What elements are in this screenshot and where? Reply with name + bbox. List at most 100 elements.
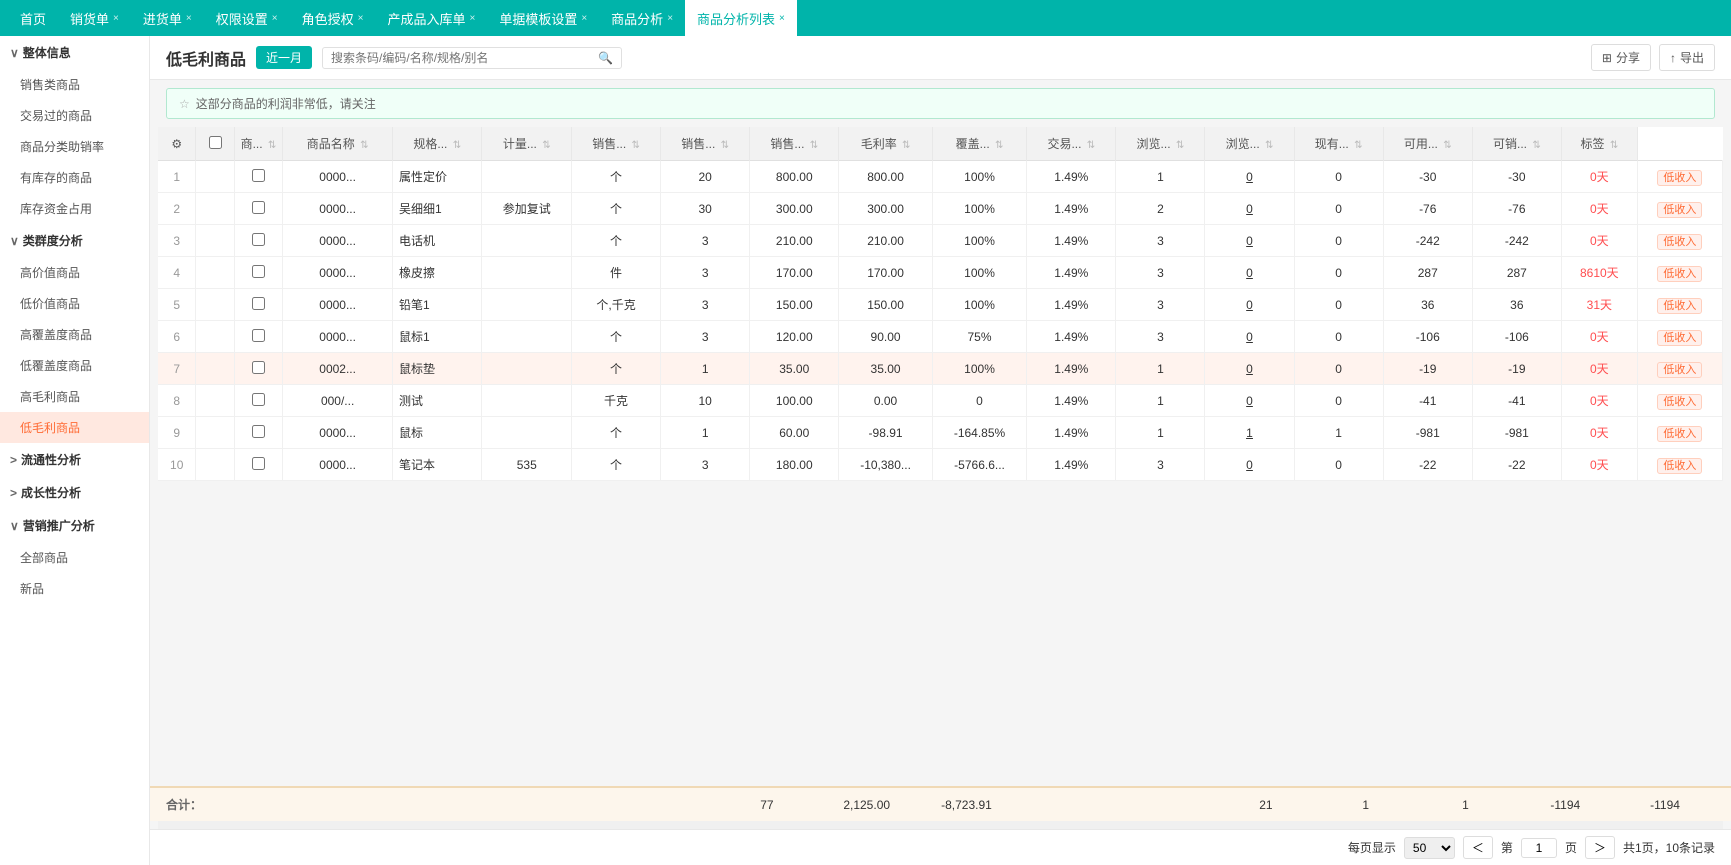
column-settings[interactable]: ⚙	[158, 127, 196, 161]
close-icon[interactable]: ×	[358, 13, 364, 24]
close-icon[interactable]: ×	[113, 13, 119, 24]
column-name[interactable]: 商品名称 ⇅	[283, 127, 393, 161]
export-button[interactable]: ↑ 导出	[1659, 44, 1715, 71]
nav-product-entry[interactable]: 产成品入库单 ×	[375, 0, 487, 36]
cell-current: 36	[1383, 289, 1472, 321]
search-input[interactable]	[331, 51, 598, 65]
sidebar-group-flow[interactable]: > 流通性分析	[0, 443, 149, 476]
column-view2[interactable]: 浏览... ⇅	[1205, 127, 1294, 161]
sidebar-group-overall[interactable]: ∨ 整体信息	[0, 36, 149, 69]
sidebar-item-stocked-products[interactable]: 有库存的商品	[0, 162, 149, 193]
row-checkbox[interactable]	[252, 233, 265, 246]
column-view1[interactable]: 浏览... ⇅	[1116, 127, 1205, 161]
cell-saleable: 0天	[1561, 449, 1637, 481]
table-row: 6 0000... 鼠标1 个 3 120.00 90.00 75% 1.49%…	[158, 321, 1723, 353]
nav-template-settings[interactable]: 单据模板设置 ×	[487, 0, 599, 36]
next-page-button[interactable]: ＞	[1585, 836, 1615, 859]
cell-tag: 低收入	[1637, 321, 1722, 353]
page-number-input[interactable]	[1521, 838, 1557, 858]
footer-sales-qty: 77	[717, 798, 817, 812]
nav-role-auth[interactable]: 角色授权 ×	[290, 0, 376, 36]
cell-saleable: 0天	[1561, 161, 1637, 193]
cell-row-number: 8	[158, 385, 196, 417]
column-sales-qty[interactable]: 销售... ⇅	[572, 127, 661, 161]
cell-current: -19	[1383, 353, 1472, 385]
cell-coverage: 1.49%	[1027, 417, 1116, 449]
sidebar-item-category-rate[interactable]: 商品分类助销率	[0, 131, 149, 162]
cell-sales-amount: 170.00	[839, 257, 932, 289]
cell-view2: 0	[1294, 193, 1383, 225]
data-table: ⚙ 商... ⇅ 商品名称 ⇅ 规格... ⇅ 计量... ⇅ 销售... ⇅ …	[158, 127, 1723, 481]
sidebar-group-marketing[interactable]: ∨ 营销推广分析	[0, 509, 149, 542]
cell-view1[interactable]: 1	[1205, 417, 1294, 449]
close-icon[interactable]: ×	[186, 13, 192, 24]
sidebar-group-cluster[interactable]: ∨ 类群度分析	[0, 224, 149, 257]
sidebar-item-traded-products[interactable]: 交易过的商品	[0, 100, 149, 131]
nav-product-analysis-list[interactable]: 商品分析列表 ×	[685, 0, 797, 36]
column-sales-price[interactable]: 销售... ⇅	[661, 127, 750, 161]
sidebar-item-low-margin[interactable]: 低毛利商品	[0, 412, 149, 443]
cell-spec	[482, 257, 572, 289]
time-filter-button[interactable]: 近一月	[256, 46, 312, 69]
sidebar-item-high-coverage[interactable]: 高覆盖度商品	[0, 319, 149, 350]
nav-product-analysis[interactable]: 商品分析 ×	[599, 0, 685, 36]
cell-settings	[196, 289, 234, 321]
cell-settings	[196, 417, 234, 449]
sidebar-item-low-value[interactable]: 低价值商品	[0, 288, 149, 319]
row-checkbox[interactable]	[252, 361, 265, 374]
column-unit[interactable]: 计量... ⇅	[482, 127, 572, 161]
row-checkbox[interactable]	[252, 393, 265, 406]
close-icon[interactable]: ×	[272, 13, 278, 24]
column-code[interactable]: 商... ⇅	[234, 127, 283, 161]
column-sales-amount[interactable]: 销售... ⇅	[750, 127, 839, 161]
column-available[interactable]: 可用... ⇅	[1383, 127, 1472, 161]
sidebar-item-low-coverage[interactable]: 低覆盖度商品	[0, 350, 149, 381]
column-saleable[interactable]: 可销... ⇅	[1472, 127, 1561, 161]
share-button[interactable]: ⊞ 分享	[1591, 44, 1651, 71]
column-transaction[interactable]: 交易... ⇅	[1027, 127, 1116, 161]
data-table-container: ⚙ 商... ⇅ 商品名称 ⇅ 规格... ⇅ 计量... ⇅ 销售... ⇅ …	[158, 127, 1723, 786]
table-row: 9 0000... 鼠标 个 1 60.00 -98.91 -164.85% 1…	[158, 417, 1723, 449]
nav-permission-settings[interactable]: 权限设置 ×	[204, 0, 290, 36]
row-checkbox[interactable]	[252, 425, 265, 438]
sidebar-item-inventory-capital[interactable]: 库存资金占用	[0, 193, 149, 224]
per-page-select[interactable]: 50 100 200	[1404, 837, 1455, 859]
column-coverage[interactable]: 覆盖... ⇅	[932, 127, 1026, 161]
sidebar-group-growth[interactable]: > 成长性分析	[0, 476, 149, 509]
close-icon[interactable]: ×	[581, 13, 587, 24]
sidebar-item-new-products[interactable]: 新品	[0, 573, 149, 604]
nav-home[interactable]: 首页	[8, 0, 58, 36]
sidebar-item-high-value[interactable]: 高价值商品	[0, 257, 149, 288]
prev-page-button[interactable]: ＜	[1463, 836, 1493, 859]
nav-sales-order[interactable]: 销货单 ×	[58, 0, 131, 36]
sidebar-item-high-margin[interactable]: 高毛利商品	[0, 381, 149, 412]
column-gross-margin[interactable]: 毛利率 ⇅	[839, 127, 932, 161]
row-checkbox[interactable]	[252, 457, 265, 470]
close-icon[interactable]: ×	[779, 13, 785, 24]
close-icon[interactable]: ×	[667, 13, 673, 24]
sidebar-item-sales-products[interactable]: 销售类商品	[0, 69, 149, 100]
row-checkbox[interactable]	[252, 169, 265, 182]
nav-purchase-order[interactable]: 进货单 ×	[131, 0, 204, 36]
cell-row-number: 5	[158, 289, 196, 321]
cell-sales-price: 170.00	[750, 257, 839, 289]
chevron-down-icon: ∨	[10, 46, 19, 60]
column-spec[interactable]: 规格... ⇅	[392, 127, 482, 161]
column-tag[interactable]: 标签 ⇅	[1561, 127, 1637, 161]
table-footer: 合计： 77 2,125.00 -8,723.91 21 1 1 -1194 -…	[150, 786, 1731, 821]
horizontal-scrollbar[interactable]	[158, 821, 1723, 829]
sidebar-item-all-products[interactable]: 全部商品	[0, 542, 149, 573]
row-checkbox[interactable]	[252, 265, 265, 278]
cell-sales-amount: 210.00	[839, 225, 932, 257]
row-checkbox[interactable]	[252, 329, 265, 342]
header-actions: ⊞ 分享 ↑ 导出	[1591, 44, 1715, 71]
cell-code: 0002...	[283, 353, 393, 385]
close-icon[interactable]: ×	[469, 13, 475, 24]
column-current[interactable]: 现有... ⇅	[1294, 127, 1383, 161]
cell-view2: 0	[1294, 321, 1383, 353]
select-all-checkbox[interactable]	[209, 136, 222, 149]
row-checkbox[interactable]	[252, 297, 265, 310]
cell-gross-margin: -5766.6...	[932, 449, 1026, 481]
row-checkbox[interactable]	[252, 201, 265, 214]
cell-view1: 0	[1205, 385, 1294, 417]
